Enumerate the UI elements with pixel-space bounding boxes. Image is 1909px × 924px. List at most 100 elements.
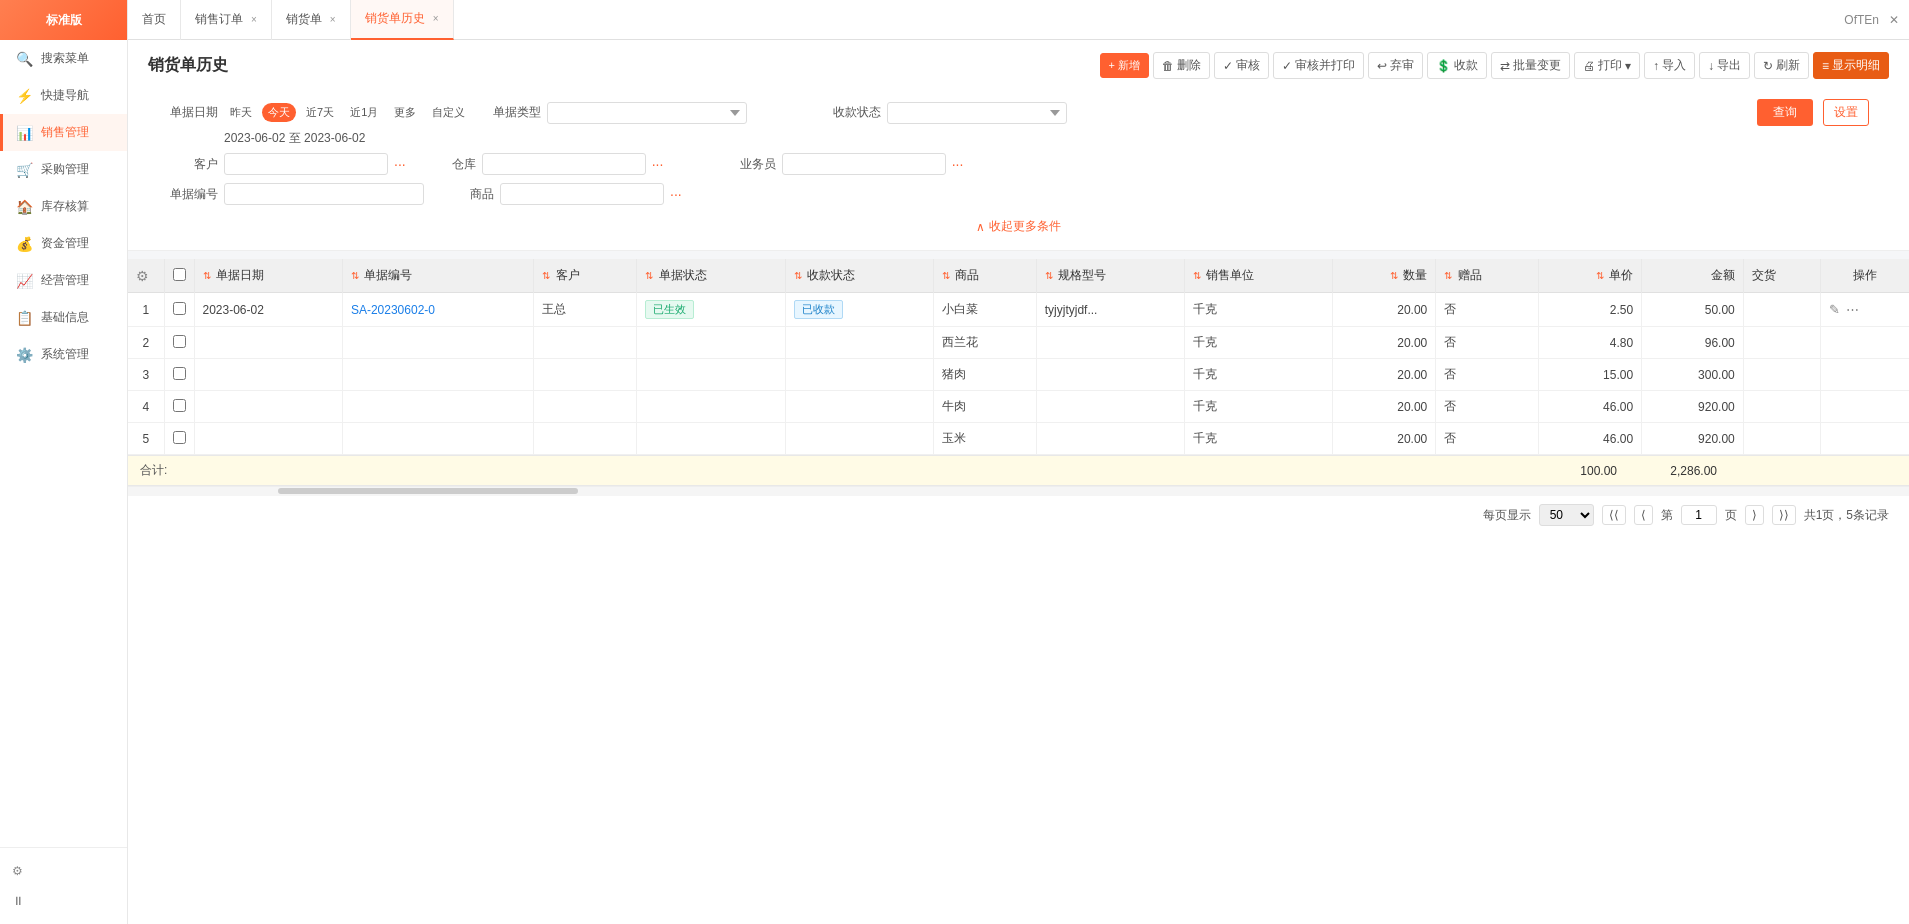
prev-page-btn[interactable]: ⟨ bbox=[1634, 505, 1653, 525]
order-no-link[interactable]: SA-20230602-0 bbox=[351, 303, 435, 317]
cell-action[interactable] bbox=[1821, 327, 1909, 359]
sidebar-item-label: 搜索菜单 bbox=[41, 50, 89, 67]
sidebar-item-ops-mgmt[interactable]: 📈 经营管理 bbox=[0, 262, 127, 299]
staff-input[interactable] bbox=[782, 153, 946, 175]
col-order-status[interactable]: ⇅ 单据状态 bbox=[637, 259, 785, 293]
cell-order-no[interactable]: SA-20230602-0 bbox=[342, 293, 533, 327]
col-spec[interactable]: ⇅ 规格型号 bbox=[1036, 259, 1184, 293]
audit-print-button[interactable]: ✓ 审核并打印 bbox=[1273, 52, 1364, 79]
order-no-input[interactable] bbox=[224, 183, 424, 205]
refresh-button[interactable]: ↻ 刷新 bbox=[1754, 52, 1809, 79]
batch-change-button[interactable]: ⇄ 批量变更 bbox=[1491, 52, 1570, 79]
cell-checkbox[interactable] bbox=[164, 327, 194, 359]
type-select[interactable] bbox=[547, 102, 747, 124]
setting-button[interactable]: 设置 bbox=[1823, 99, 1869, 126]
query-button[interactable]: 查询 bbox=[1757, 99, 1813, 126]
col-gift[interactable]: ⇅ 赠品 bbox=[1436, 259, 1539, 293]
sidebar-item-inventory[interactable]: 🏠 库存核算 bbox=[0, 188, 127, 225]
cell-order-no[interactable] bbox=[342, 327, 533, 359]
customer-input[interactable] bbox=[224, 153, 388, 175]
audit-button[interactable]: ✓ 审核 bbox=[1214, 52, 1269, 79]
col-customer[interactable]: ⇅ 客户 bbox=[534, 259, 637, 293]
date-tag-1month[interactable]: 近1月 bbox=[344, 103, 384, 122]
tab-sales-goods[interactable]: 销货单 × bbox=[272, 0, 351, 40]
edit-icon[interactable]: ✎ bbox=[1829, 302, 1840, 317]
col-unit[interactable]: ⇅ 销售单位 bbox=[1185, 259, 1333, 293]
last-page-btn[interactable]: ⟩⟩ bbox=[1772, 505, 1796, 525]
collect-button[interactable]: 💲 收款 bbox=[1427, 52, 1487, 79]
sidebar-item-label: 销售管理 bbox=[41, 124, 89, 141]
warehouse-input[interactable] bbox=[482, 153, 646, 175]
next-page-btn[interactable]: ⟩ bbox=[1745, 505, 1764, 525]
topbar: 首页 销售订单 × 销货单 × 销货单历史 × OfTEn ✕ bbox=[128, 0, 1909, 40]
tab-sales-history[interactable]: 销货单历史 × bbox=[351, 0, 454, 40]
date-tag-more[interactable]: 更多 bbox=[388, 103, 422, 122]
cell-checkbox[interactable] bbox=[164, 359, 194, 391]
warehouse-dots-btn[interactable]: ··· bbox=[652, 156, 664, 172]
goods-input[interactable] bbox=[500, 183, 664, 205]
col-checkbox[interactable] bbox=[164, 259, 194, 293]
import-button[interactable]: ↑ 导入 bbox=[1644, 52, 1695, 79]
col-goods[interactable]: ⇅ 商品 bbox=[933, 259, 1036, 293]
sidebar-item-quick-nav[interactable]: ⚡ 快捷导航 bbox=[0, 77, 127, 114]
sidebar-item-finance-mgmt[interactable]: 💰 资金管理 bbox=[0, 225, 127, 262]
sidebar-item-basic-info[interactable]: 📋 基础信息 bbox=[0, 299, 127, 336]
cell-action[interactable] bbox=[1821, 391, 1909, 423]
col-gear-icon[interactable]: ⚙ bbox=[136, 268, 149, 284]
print-button[interactable]: 🖨 打印 ▾ bbox=[1574, 52, 1640, 79]
topbar-close-all[interactable]: ✕ bbox=[1889, 13, 1899, 27]
sidebar-item-search-menu[interactable]: 🔍 搜索菜单 bbox=[0, 40, 127, 77]
staff-dots-btn[interactable]: ··· bbox=[952, 156, 964, 172]
sort-icon: ⇅ bbox=[351, 270, 359, 281]
abandon-button[interactable]: ↩ 弃审 bbox=[1368, 52, 1423, 79]
tab-home[interactable]: 首页 bbox=[128, 0, 181, 40]
col-price[interactable]: ⇅ 单价 bbox=[1539, 259, 1642, 293]
page-number-input[interactable] bbox=[1681, 505, 1717, 525]
first-page-btn[interactable]: ⟨⟨ bbox=[1602, 505, 1626, 525]
status-select[interactable] bbox=[887, 102, 1067, 124]
more-icon[interactable]: ⋯ bbox=[1846, 302, 1859, 317]
select-all-checkbox[interactable] bbox=[173, 268, 186, 281]
horizontal-scrollbar[interactable] bbox=[128, 486, 1909, 496]
col-date[interactable]: ⇅ 单据日期 bbox=[194, 259, 342, 293]
tab-sales-order-close[interactable]: × bbox=[251, 14, 257, 25]
new-button[interactable]: + 新增 bbox=[1100, 53, 1149, 78]
date-tag-custom[interactable]: 自定义 bbox=[426, 103, 471, 122]
cell-date: 2023-06-02 bbox=[194, 293, 342, 327]
tab-sales-goods-close[interactable]: × bbox=[330, 14, 336, 25]
col-order-no[interactable]: ⇅ 单据编号 bbox=[342, 259, 533, 293]
customer-dots-btn[interactable]: ··· bbox=[394, 156, 406, 172]
goods-dots-btn[interactable]: ··· bbox=[670, 186, 682, 202]
col-qty[interactable]: ⇅ 数量 bbox=[1333, 259, 1436, 293]
cell-action[interactable]: ✎⋯ bbox=[1821, 293, 1909, 327]
col-trade[interactable]: 交货 bbox=[1743, 259, 1821, 293]
cell-order-no[interactable] bbox=[342, 391, 533, 423]
delete-button[interactable]: 🗑 删除 bbox=[1153, 52, 1210, 79]
sidebar-item-sys-mgmt[interactable]: ⚙️ 系统管理 bbox=[0, 336, 127, 373]
cell-checkbox[interactable] bbox=[164, 423, 194, 455]
tab-sales-order-label: 销售订单 bbox=[195, 11, 243, 28]
date-tag-7days[interactable]: 近7天 bbox=[300, 103, 340, 122]
cell-checkbox[interactable] bbox=[164, 391, 194, 423]
export-button[interactable]: ↓ 导出 bbox=[1699, 52, 1750, 79]
date-tag-yesterday[interactable]: 昨天 bbox=[224, 103, 258, 122]
tab-sales-history-close[interactable]: × bbox=[433, 13, 439, 24]
sidebar-item-sales-mgmt[interactable]: 📊 销售管理 bbox=[0, 114, 127, 151]
per-page-select[interactable]: 50 100 bbox=[1539, 504, 1594, 526]
col-collect-status[interactable]: ⇅ 收款状态 bbox=[785, 259, 933, 293]
sidebar-collapse-btn[interactable]: ⏸ bbox=[0, 886, 127, 916]
cell-action[interactable] bbox=[1821, 359, 1909, 391]
cell-order-no[interactable] bbox=[342, 423, 533, 455]
col-gear[interactable]: ⚙ bbox=[128, 259, 164, 293]
show-detail-button[interactable]: ≡ 显示明细 bbox=[1813, 52, 1889, 79]
date-tag-today[interactable]: 今天 bbox=[262, 103, 296, 122]
sidebar-settings-btn[interactable]: ⚙ bbox=[0, 856, 127, 886]
tab-sales-order[interactable]: 销售订单 × bbox=[181, 0, 272, 40]
cell-action[interactable] bbox=[1821, 423, 1909, 455]
col-amount[interactable]: 金额 bbox=[1642, 259, 1744, 293]
settings-gear-icon: ⚙ bbox=[12, 864, 23, 878]
cell-order-no[interactable] bbox=[342, 359, 533, 391]
cell-checkbox[interactable] bbox=[164, 293, 194, 327]
collapse-filters-btn[interactable]: ∧ 收起更多条件 bbox=[168, 213, 1869, 240]
sidebar-item-purchase-mgmt[interactable]: 🛒 采购管理 bbox=[0, 151, 127, 188]
